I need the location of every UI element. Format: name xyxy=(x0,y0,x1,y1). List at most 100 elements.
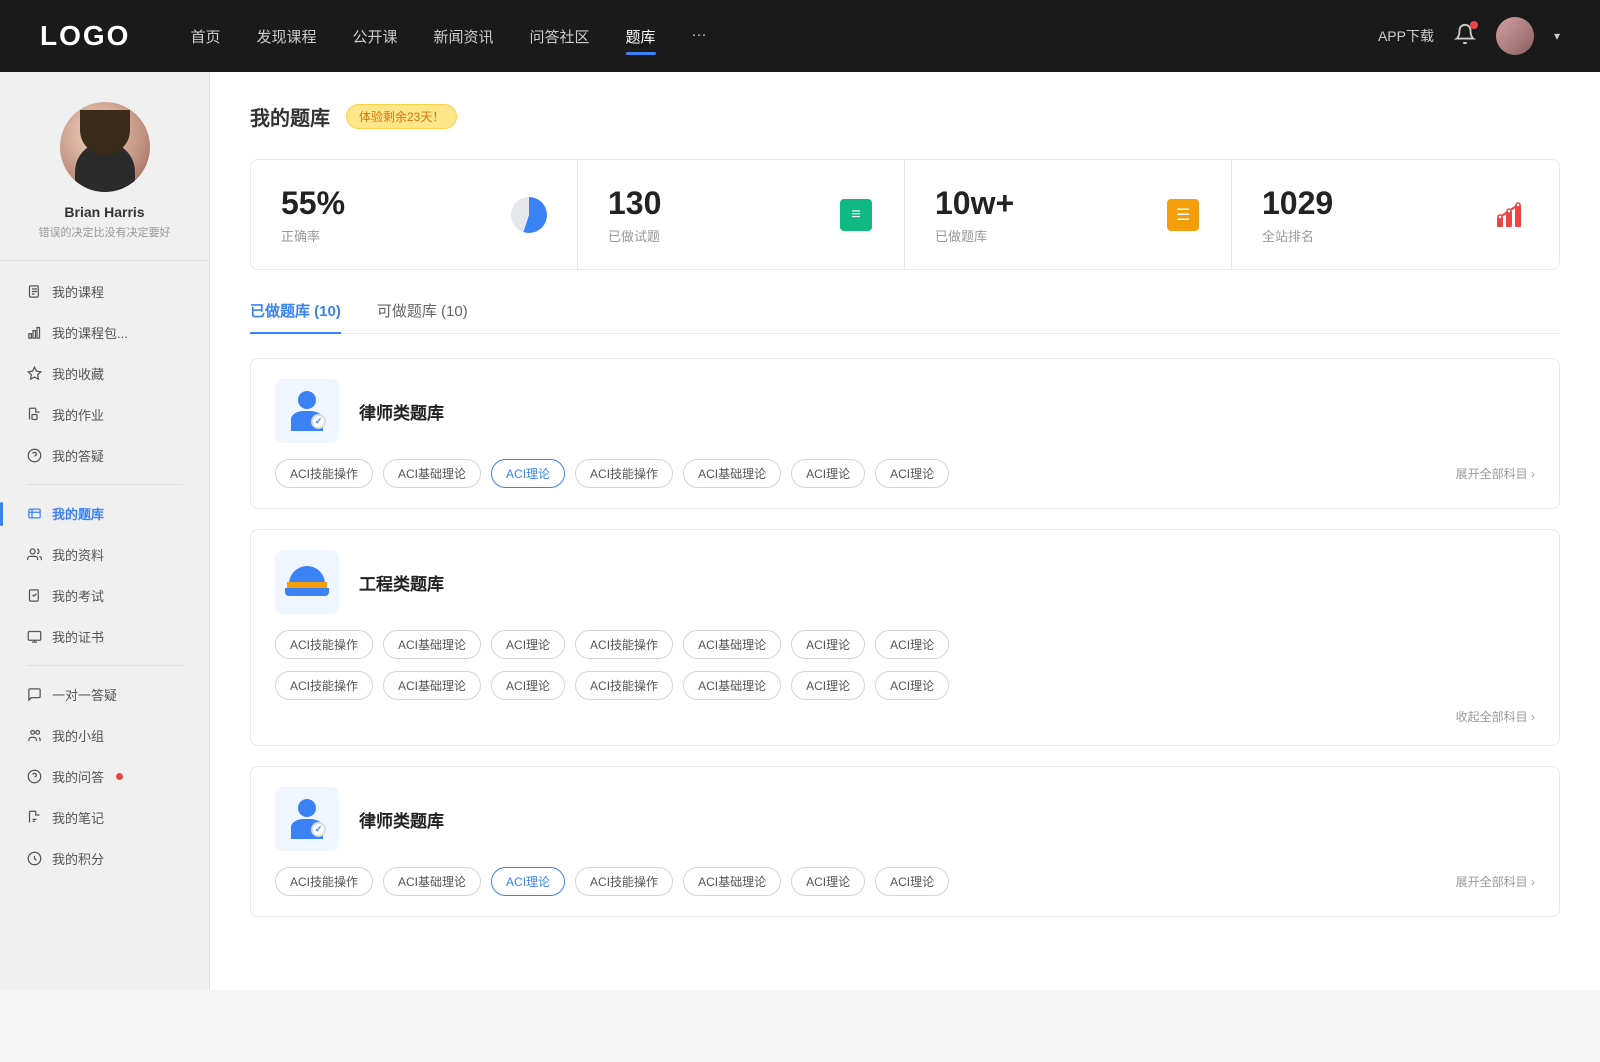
sidebar-item-certificate[interactable]: 我的证书 xyxy=(10,616,199,657)
page-title: 我的题库 xyxy=(250,102,330,131)
sidebar-item-answer-question[interactable]: 我的答疑 xyxy=(10,435,199,476)
bank-card-engineer: 工程类题库 ACI技能操作 ACI基础理论 ACI理论 ACI技能操作 ACI基… xyxy=(250,529,1560,746)
tag[interactable]: ACI理论 xyxy=(875,459,949,488)
sidebar-item-notes[interactable]: 我的笔记 xyxy=(10,797,199,838)
nav-news[interactable]: 新闻资讯 xyxy=(434,22,494,51)
sidebar-item-homework[interactable]: 我的作业 xyxy=(10,394,199,435)
sidebar-item-one-on-one[interactable]: 一对一答疑 xyxy=(10,674,199,715)
tag[interactable]: ACI基础理论 xyxy=(383,630,481,659)
lawyer-check: ✓ xyxy=(311,822,326,837)
tag[interactable]: ACI理论 xyxy=(875,867,949,896)
tag[interactable]: ACI技能操作 xyxy=(275,459,373,488)
sidebar-label: 我的收藏 xyxy=(52,364,104,383)
group-icon xyxy=(26,728,42,744)
sidebar-item-profile[interactable]: 我的资料 xyxy=(10,534,199,575)
tag[interactable]: ACI基础理论 xyxy=(383,671,481,700)
chart-bar-icon xyxy=(26,325,42,341)
stat-value: 10w+ xyxy=(935,184,1151,222)
tag[interactable]: ACI技能操作 xyxy=(275,630,373,659)
nav-home[interactable]: 首页 xyxy=(190,22,220,51)
tag[interactable]: ACI技能操作 xyxy=(275,867,373,896)
notification-bell[interactable] xyxy=(1454,23,1476,50)
sidebar-label: 我的课程 xyxy=(52,282,104,301)
tags-row: ACI技能操作 ACI基础理论 ACI理论 ACI技能操作 ACI基础理论 AC… xyxy=(275,867,1535,896)
sidebar-label: 我的证书 xyxy=(52,627,104,646)
divider xyxy=(26,484,183,485)
profile-avatar xyxy=(60,102,150,192)
tag[interactable]: ACI理论 xyxy=(875,671,949,700)
tab-available-banks[interactable]: 可做题库 (10) xyxy=(377,300,468,333)
bank-card-header: ✓ 律师类题库 xyxy=(275,787,1535,851)
exam-icon xyxy=(26,588,42,604)
nav-more[interactable]: ··· xyxy=(692,22,707,51)
sidebar-item-exam[interactable]: 我的考试 xyxy=(10,575,199,616)
sidebar-item-points[interactable]: 我的积分 xyxy=(10,838,199,879)
engineer-icon xyxy=(285,562,329,602)
sidebar: Brian Harris 错误的决定比没有决定要好 我的课程 我的课程包... xyxy=(0,72,210,990)
tag[interactable]: ACI基础理论 xyxy=(683,671,781,700)
tag[interactable]: ACI基础理论 xyxy=(383,867,481,896)
nav-menu: 首页 发现课程 公开课 新闻资讯 问答社区 题库 ··· xyxy=(190,22,1378,51)
tag[interactable]: ACI理论 xyxy=(791,630,865,659)
nav-discover[interactable]: 发现课程 xyxy=(256,22,316,51)
sidebar-item-question-bank[interactable]: 我的题库 xyxy=(10,493,199,534)
tag-active[interactable]: ACI理论 xyxy=(491,459,565,488)
nav-qa[interactable]: 问答社区 xyxy=(530,22,590,51)
stat-value: 130 xyxy=(608,184,824,222)
tag[interactable]: ACI技能操作 xyxy=(275,671,373,700)
tag[interactable]: ACI基础理论 xyxy=(683,630,781,659)
sidebar-item-group[interactable]: 我的小组 xyxy=(10,715,199,756)
stat-text: 10w+ 已做题库 xyxy=(935,184,1151,245)
sidebar-label: 我的答疑 xyxy=(52,446,104,465)
collapse-link[interactable]: 收起全部科目 › xyxy=(275,708,1535,725)
expand-link[interactable]: 展开全部科目 › xyxy=(1456,465,1535,482)
nav-question-bank[interactable]: 题库 xyxy=(626,22,656,51)
tag[interactable]: ACI技能操作 xyxy=(575,867,673,896)
cert-icon xyxy=(26,629,42,645)
bank-icon-wrapper xyxy=(275,550,339,614)
bank-title: 律师类题库 xyxy=(359,399,444,424)
tag[interactable]: ACI理论 xyxy=(791,867,865,896)
nav-open-course[interactable]: 公开课 xyxy=(352,22,397,51)
user-avatar[interactable] xyxy=(1496,17,1534,55)
avatar-image xyxy=(60,102,150,192)
tag[interactable]: ACI技能操作 xyxy=(575,671,673,700)
logo: LOGO xyxy=(40,20,130,52)
bank-card-header: ✓ 律师类题库 xyxy=(275,379,1535,443)
ranking-chart xyxy=(1496,201,1526,229)
note-icon xyxy=(26,810,42,826)
tag[interactable]: ACI基础理论 xyxy=(683,459,781,488)
stat-text: 130 已做试题 xyxy=(608,184,824,245)
chevron-down-icon[interactable]: ▾ xyxy=(1554,29,1560,43)
sidebar-item-favorites[interactable]: 我的收藏 xyxy=(10,353,199,394)
tag-active[interactable]: ACI理论 xyxy=(491,867,565,896)
sidebar-item-my-qa[interactable]: 我的问答 xyxy=(10,756,199,797)
book-orange-icon: ☰ xyxy=(1165,197,1201,233)
lawyer-head xyxy=(298,799,316,817)
lawyer-head xyxy=(298,391,316,409)
points-icon xyxy=(26,851,42,867)
tag[interactable]: ACI技能操作 xyxy=(575,630,673,659)
tags-row: ACI技能操作 ACI基础理论 ACI理论 ACI技能操作 ACI基础理论 AC… xyxy=(275,459,1535,488)
bank-icon-wrapper: ✓ xyxy=(275,787,339,851)
tag[interactable]: ACI基础理论 xyxy=(683,867,781,896)
trial-badge: 体验剩余23天！ xyxy=(346,104,457,129)
tag[interactable]: ACI技能操作 xyxy=(575,459,673,488)
qa-icon xyxy=(26,769,42,785)
tag[interactable]: ACI基础理论 xyxy=(383,459,481,488)
tag[interactable]: ACI理论 xyxy=(875,630,949,659)
tag[interactable]: ACI理论 xyxy=(791,671,865,700)
sidebar-item-my-course[interactable]: 我的课程 xyxy=(10,271,199,312)
app-download[interactable]: APP下载 xyxy=(1378,26,1434,46)
tag[interactable]: ACI理论 xyxy=(491,671,565,700)
sidebar-label: 我的小组 xyxy=(52,726,104,745)
expand-link[interactable]: 展开全部科目 › xyxy=(1456,873,1535,890)
book-green: ≡ xyxy=(840,199,872,231)
sidebar-label: 我的考试 xyxy=(52,586,104,605)
tag[interactable]: ACI理论 xyxy=(491,630,565,659)
sidebar-label: 一对一答疑 xyxy=(52,685,117,704)
tag[interactable]: ACI理论 xyxy=(791,459,865,488)
one-one-icon xyxy=(26,687,42,703)
tab-done-banks[interactable]: 已做题库 (10) xyxy=(250,300,341,333)
sidebar-item-course-package[interactable]: 我的课程包... xyxy=(10,312,199,353)
